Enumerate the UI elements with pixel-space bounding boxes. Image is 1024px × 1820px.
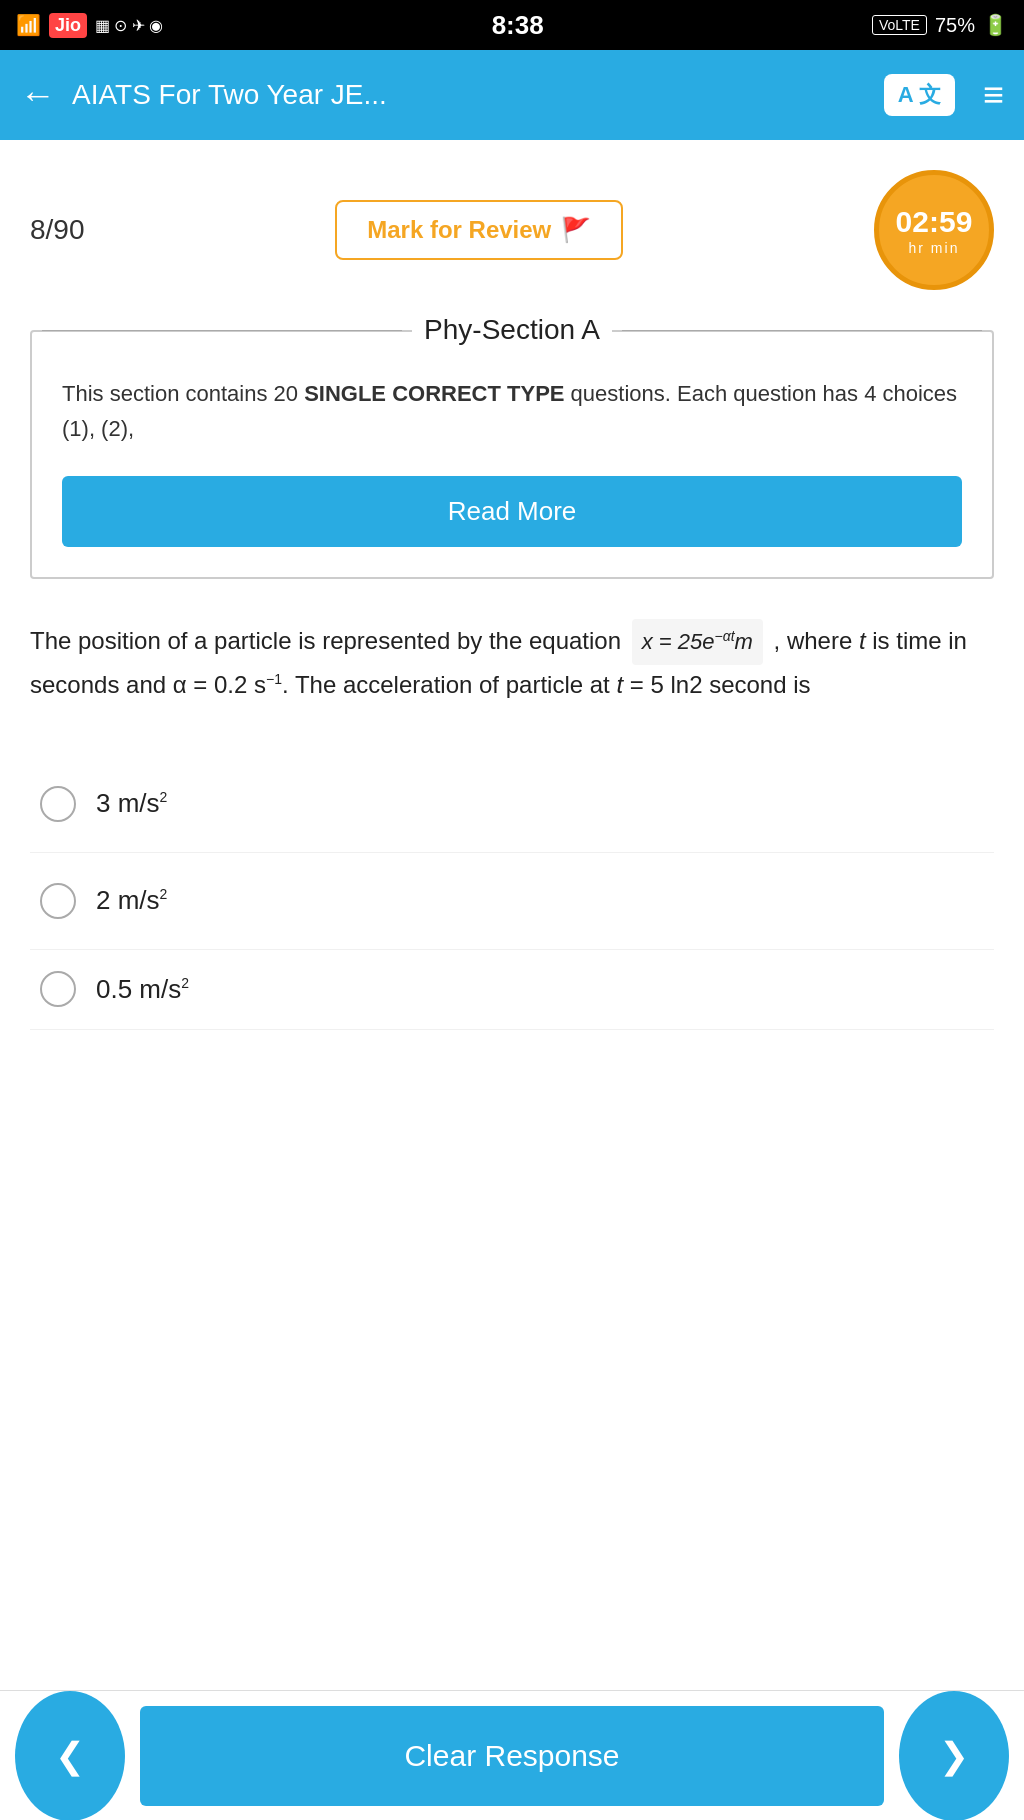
battery-icon: 🔋	[983, 13, 1008, 37]
back-button[interactable]: ←	[20, 74, 56, 116]
section-box: Phy-Section A This section contains 20 S…	[30, 330, 994, 579]
carrier-label: Jio	[49, 13, 87, 38]
option-2-radio[interactable]	[40, 883, 76, 919]
section-title: Phy-Section A	[412, 314, 612, 346]
clear-response-button[interactable]: Clear Response	[140, 1706, 884, 1806]
read-more-button[interactable]: Read More	[62, 476, 962, 547]
option-3-radio[interactable]	[40, 971, 76, 1007]
next-icon: ❯	[939, 1735, 969, 1777]
status-bar: 📶 Jio ▦ ⊙ ✈ ◉ 8:38 VoLTE 75% 🔋	[0, 0, 1024, 50]
title-line-left	[42, 330, 402, 331]
option-3[interactable]: 0.5 m/s2	[30, 950, 994, 1030]
mark-review-button[interactable]: Mark for Review 🚩	[335, 200, 623, 260]
option-1-radio[interactable]	[40, 786, 76, 822]
main-content: 8/90 Mark for Review 🚩 02:59 hr min Phy-…	[0, 140, 1024, 1190]
translate-label: A 文	[898, 80, 941, 110]
option-2-label: 2 m/s2	[96, 885, 167, 916]
question-text-before: The position of a particle is represente…	[30, 627, 628, 654]
status-left: 📶 Jio ▦ ⊙ ✈ ◉	[16, 13, 163, 38]
clock: 8:38	[492, 10, 544, 41]
option-2[interactable]: 2 m/s2	[30, 853, 994, 950]
menu-button[interactable]: ≡	[983, 74, 1004, 116]
translate-button[interactable]: A 文	[884, 74, 955, 116]
equation: x = 25e−αtm	[632, 619, 763, 664]
section-description: This section contains 20 SINGLE CORRECT …	[62, 376, 962, 446]
sim-icons: ▦ ⊙ ✈ ◉	[95, 16, 163, 35]
prev-icon: ❮	[55, 1735, 85, 1777]
options-list: 3 m/s2 2 m/s2 0.5 m/s2	[30, 756, 994, 1030]
flag-icon: 🚩	[561, 216, 591, 244]
option-1-label: 3 m/s2	[96, 788, 167, 819]
app-header: ← AIATS For Two Year JE... A 文 ≡	[0, 50, 1024, 140]
timer-label: hr min	[909, 240, 960, 256]
mark-review-label: Mark for Review	[367, 216, 551, 244]
prev-button[interactable]: ❮	[15, 1691, 125, 1821]
battery-label: 75%	[935, 14, 975, 37]
signal-icon: 📶	[16, 13, 41, 37]
bottom-bar: ❮ Clear Response ❯	[0, 1690, 1024, 1820]
timer-display: 02:59	[896, 205, 973, 238]
status-right: VoLTE 75% 🔋	[872, 13, 1008, 37]
next-button[interactable]: ❯	[899, 1691, 1009, 1821]
title-line-right	[622, 330, 982, 331]
question-text: The position of a particle is represente…	[30, 619, 994, 705]
question-top-row: 8/90 Mark for Review 🚩 02:59 hr min	[30, 170, 994, 290]
option-3-label: 0.5 m/s2	[96, 974, 189, 1005]
section-title-wrapper: Phy-Section A	[32, 314, 992, 346]
header-title: AIATS For Two Year JE...	[72, 79, 868, 111]
timer: 02:59 hr min	[874, 170, 994, 290]
section-body: This section contains 20 SINGLE CORRECT …	[32, 346, 992, 577]
option-1[interactable]: 3 m/s2	[30, 756, 994, 853]
question-counter: 8/90	[30, 214, 85, 246]
volte-badge: VoLTE	[872, 15, 927, 35]
